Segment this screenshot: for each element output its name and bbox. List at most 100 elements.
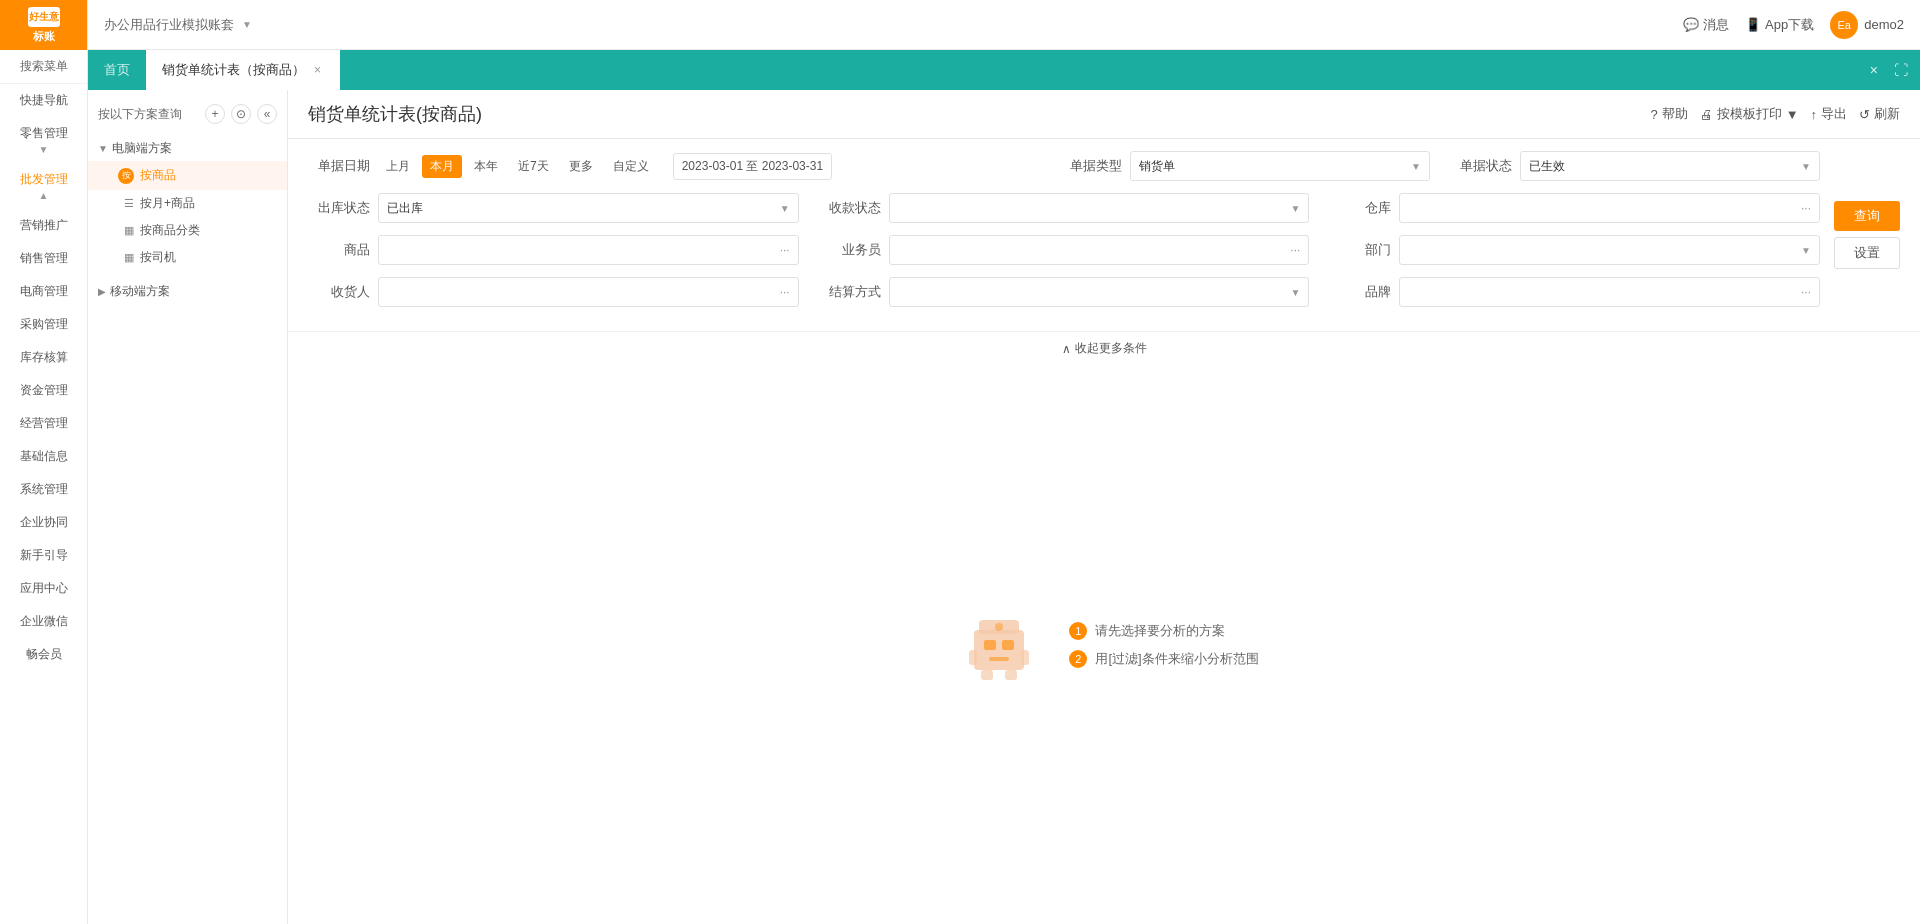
- date-tab-last-month[interactable]: 上月: [378, 155, 418, 178]
- receipt-status-select[interactable]: ▼: [889, 193, 1310, 223]
- sidebar-item-sales[interactable]: 销售管理: [0, 242, 87, 275]
- export-btn[interactable]: ↑ 导出: [1811, 105, 1848, 123]
- out-status-arrow: ▼: [780, 203, 790, 214]
- page-title-row: 销货单统计表(按商品) ? 帮助 🖨 按模板打印 ▼: [308, 102, 1900, 126]
- brand-select[interactable]: ···: [1399, 277, 1820, 307]
- scheme-by-month-goods[interactable]: ☰ 按月+商品: [88, 190, 287, 217]
- sidebar-item-marketing[interactable]: 营销推广: [0, 209, 87, 242]
- warehouse-label: 仓库: [1329, 199, 1399, 217]
- date-range-display[interactable]: 2023-03-01 至 2023-03-31: [673, 153, 832, 180]
- right-panel: 销货单统计表(按商品) ? 帮助 🖨 按模板打印 ▼: [288, 90, 1920, 924]
- sales-label: 销售管理: [20, 250, 68, 267]
- salesperson-select[interactable]: ···: [889, 235, 1310, 265]
- payment-select[interactable]: ▼: [889, 277, 1310, 307]
- sidebar-item-wechat[interactable]: 企业微信: [0, 605, 87, 638]
- receipt-status-label: 收款状态: [819, 199, 889, 217]
- sidebar-item-enterprise-coop[interactable]: 企业协同: [0, 506, 87, 539]
- panel-header: 按以下方案查询 + ⊙ «: [88, 100, 287, 132]
- scheme-by-category[interactable]: ▦ 按商品分类: [88, 217, 287, 244]
- receiver-select[interactable]: ···: [378, 277, 799, 307]
- sidebar-item-ecommerce[interactable]: 电商管理: [0, 275, 87, 308]
- sidebar-item-quick-nav[interactable]: 快捷导航: [0, 84, 87, 117]
- mobile-scheme-group: ▶ 移动端方案: [88, 275, 287, 308]
- mobile-group-title[interactable]: ▶ 移动端方案: [88, 279, 287, 304]
- tab-home[interactable]: 首页: [88, 50, 146, 90]
- print-dropdown-arrow[interactable]: ▼: [1786, 107, 1799, 122]
- refresh-btn[interactable]: ↺ 刷新: [1859, 105, 1900, 123]
- date-tab-more[interactable]: 更多: [561, 155, 601, 178]
- help-label: 帮助: [1662, 105, 1688, 123]
- empty-tip-1: 1 请先选择要分析的方案: [1069, 622, 1258, 640]
- app-download-label: App下载: [1765, 16, 1814, 34]
- doc-type-select[interactable]: 销货单 ▼: [1130, 151, 1430, 181]
- empty-tips: 1 请先选择要分析的方案 2 用[过滤]条件来缩小分析范围: [1069, 622, 1258, 668]
- avatar: Ea: [1830, 11, 1858, 39]
- collapse-bar[interactable]: ∧ 收起更多条件: [288, 331, 1920, 365]
- filter-section: 销货单统计表(按商品) ? 帮助 🖨 按模板打印 ▼: [288, 90, 1920, 365]
- query-button[interactable]: 查询: [1834, 201, 1900, 231]
- sidebar-item-retail[interactable]: 零售管理 ▼: [0, 117, 87, 163]
- help-btn[interactable]: ? 帮助: [1650, 105, 1687, 123]
- sidebar-item-newbie[interactable]: 新手引导: [0, 539, 87, 572]
- sidebar-item-basic[interactable]: 基础信息: [0, 440, 87, 473]
- search-menu-btn[interactable]: 搜索菜单: [0, 50, 87, 84]
- tip-num-2: 2: [1069, 650, 1087, 668]
- refresh-icon: ↺: [1859, 107, 1870, 122]
- sidebar-item-business[interactable]: 经营管理: [0, 407, 87, 440]
- tab-close-icon[interactable]: ×: [311, 62, 324, 78]
- date-tab-custom[interactable]: 自定义: [605, 155, 657, 178]
- doc-status-select[interactable]: 已生效 ▼: [1520, 151, 1820, 181]
- tab-minimize-btn[interactable]: ×: [1866, 58, 1882, 82]
- date-tab-7days[interactable]: 近7天: [510, 155, 557, 178]
- panel-collapse-btn[interactable]: «: [257, 104, 277, 124]
- logo-text: 标账: [33, 29, 55, 44]
- refresh-label: 刷新: [1874, 105, 1900, 123]
- tab-active[interactable]: 销货单统计表（按商品） ×: [146, 50, 340, 90]
- export-icon: ↑: [1811, 107, 1818, 122]
- doc-type-arrow: ▼: [1411, 161, 1421, 172]
- out-status-select[interactable]: 已出库 ▼: [378, 193, 799, 223]
- message-btn[interactable]: 💬 消息: [1683, 16, 1729, 34]
- scheme-by-goods[interactable]: 按 按商品: [88, 161, 287, 190]
- sidebar-item-inventory[interactable]: 库存核算: [0, 341, 87, 374]
- sub-scheme-icon-cashier: ▦: [124, 251, 134, 264]
- goods-dots: ···: [780, 243, 790, 257]
- empty-tip-2: 2 用[过滤]条件来缩小分析范围: [1069, 650, 1258, 668]
- receiver-label: 收货人: [308, 283, 378, 301]
- settings-button[interactable]: 设置: [1834, 237, 1900, 269]
- warehouse-select[interactable]: ···: [1399, 193, 1820, 223]
- tab-bar: 首页 销货单统计表（按商品） × × ⛶: [88, 50, 1920, 90]
- industry-dropdown-arrow[interactable]: ▼: [242, 19, 252, 30]
- desktop-group-title[interactable]: ▼ 电脑端方案: [88, 136, 287, 161]
- sidebar-item-app-center[interactable]: 应用中心: [0, 572, 87, 605]
- tab-maximize-btn[interactable]: ⛶: [1890, 58, 1912, 82]
- sidebar-item-member[interactable]: 畅会员: [0, 638, 87, 671]
- svg-rect-0: [974, 630, 1024, 670]
- basic-label: 基础信息: [20, 448, 68, 465]
- svg-rect-1: [984, 640, 996, 650]
- sidebar-item-purchase[interactable]: 采购管理: [0, 308, 87, 341]
- retail-label: 零售管理: [20, 125, 68, 142]
- goods-select[interactable]: ···: [378, 235, 799, 265]
- panel-settings-btn[interactable]: ⊙: [231, 104, 251, 124]
- scheme-by-cashier[interactable]: ▦ 按司机: [88, 244, 287, 271]
- content-area: 按以下方案查询 + ⊙ « ▼ 电脑端方案 按 按商品: [88, 90, 1920, 924]
- enterprise-coop-label: 企业协同: [20, 514, 68, 531]
- svg-rect-7: [1005, 670, 1017, 680]
- department-select[interactable]: ▼: [1399, 235, 1820, 265]
- date-tab-this-month[interactable]: 本月: [422, 155, 462, 178]
- finance-label: 资金管理: [20, 382, 68, 399]
- sidebar-item-wholesale[interactable]: 批发管理 ▲: [0, 163, 87, 209]
- panel-add-btn[interactable]: +: [205, 104, 225, 124]
- app-logo: 好生意 标账: [0, 0, 87, 50]
- app-download-btn[interactable]: 📱 App下载: [1745, 16, 1814, 34]
- tip-2-text: 用[过滤]条件来缩小分析范围: [1095, 650, 1258, 668]
- date-tab-this-year[interactable]: 本年: [466, 155, 506, 178]
- print-btn[interactable]: 🖨 按模板打印 ▼: [1700, 105, 1799, 123]
- sidebar-item-system[interactable]: 系统管理: [0, 473, 87, 506]
- sidebar-item-finance[interactable]: 资金管理: [0, 374, 87, 407]
- user-info[interactable]: Ea demo2: [1830, 11, 1904, 39]
- scheme-by-goods-label: 按商品: [140, 167, 176, 184]
- brand-label: 品牌: [1329, 283, 1399, 301]
- collapse-icon: «: [264, 107, 271, 121]
